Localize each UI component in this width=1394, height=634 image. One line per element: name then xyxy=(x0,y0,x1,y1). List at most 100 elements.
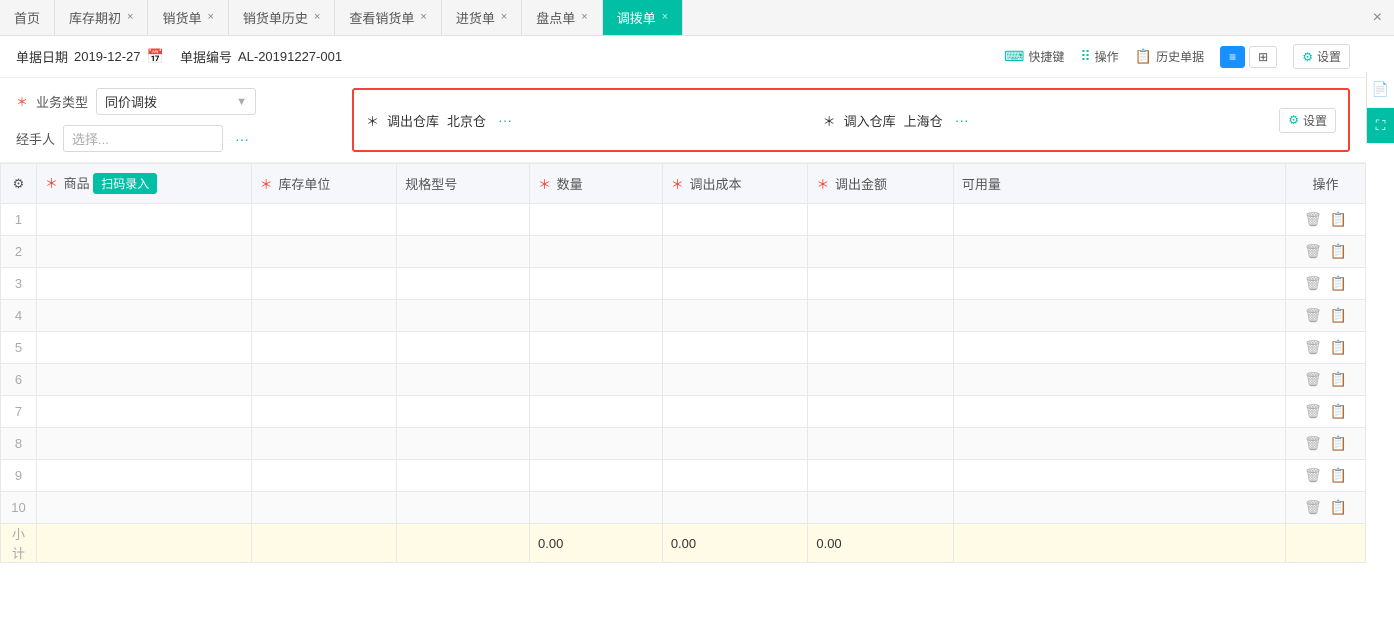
delete-icon-1[interactable]: 🗑 xyxy=(1304,211,1322,227)
settings-btn[interactable]: ⚙ 设置 xyxy=(1293,44,1350,69)
row-5-spec[interactable] xyxy=(397,332,530,364)
row-2-cost[interactable] xyxy=(662,236,808,268)
close-all-tabs[interactable]: × xyxy=(1361,9,1394,27)
copy-icon-6[interactable]: 📋 xyxy=(1329,371,1346,387)
row-7-product[interactable] xyxy=(37,396,252,428)
handler-more-btn[interactable]: ··· xyxy=(231,131,253,147)
copy-icon-4[interactable]: 📋 xyxy=(1329,307,1346,323)
copy-icon-2[interactable]: 📋 xyxy=(1329,243,1346,259)
row-6-qty[interactable] xyxy=(530,364,663,396)
row-4-unit[interactable] xyxy=(251,300,397,332)
row-7-cost[interactable] xyxy=(662,396,808,428)
row-3-amount[interactable] xyxy=(808,268,954,300)
row-4-product[interactable] xyxy=(37,300,252,332)
copy-icon-5[interactable]: 📋 xyxy=(1329,339,1346,355)
list-view-btn[interactable]: ≡ xyxy=(1220,46,1245,68)
col-gear[interactable]: ⚙ xyxy=(1,164,37,204)
row-8-unit[interactable] xyxy=(251,428,397,460)
delete-icon-8[interactable]: 🗑 xyxy=(1304,435,1322,451)
copy-icon-7[interactable]: 📋 xyxy=(1329,403,1346,419)
row-10-amount[interactable] xyxy=(808,492,954,524)
row-1-unit[interactable] xyxy=(251,204,397,236)
row-8-qty[interactable] xyxy=(530,428,663,460)
row-2-unit[interactable] xyxy=(251,236,397,268)
row-4-cost[interactable] xyxy=(662,300,808,332)
tab-inventory-init-close[interactable]: × xyxy=(127,12,133,23)
delete-icon-7[interactable]: 🗑 xyxy=(1304,403,1322,419)
expand-panel-btn[interactable]: ⛶ xyxy=(1367,108,1394,144)
row-7-amount[interactable] xyxy=(808,396,954,428)
row-1-product[interactable] xyxy=(37,204,252,236)
row-10-unit[interactable] xyxy=(251,492,397,524)
row-7-qty[interactable] xyxy=(530,396,663,428)
row-9-cost[interactable] xyxy=(662,460,808,492)
tab-purchase-order[interactable]: 进货单 × xyxy=(442,0,522,35)
row-9-unit[interactable] xyxy=(251,460,397,492)
row-3-product[interactable] xyxy=(37,268,252,300)
row-3-unit[interactable] xyxy=(251,268,397,300)
doc-panel-btn[interactable]: 📄 xyxy=(1367,72,1394,108)
tab-view-sales[interactable]: 查看销货单 × xyxy=(335,0,441,35)
calendar-icon[interactable]: 📅 xyxy=(147,48,164,65)
delete-icon-10[interactable]: 🗑 xyxy=(1304,499,1322,515)
tab-sales-order[interactable]: 销货单 × xyxy=(148,0,228,35)
row-3-cost[interactable] xyxy=(662,268,808,300)
row-1-cost[interactable] xyxy=(662,204,808,236)
scan-entry-btn[interactable]: 扫码录入 xyxy=(93,173,157,194)
row-2-spec[interactable] xyxy=(397,236,530,268)
tab-sales-history[interactable]: 销货单历史 × xyxy=(229,0,335,35)
delete-icon-5[interactable]: 🗑 xyxy=(1304,339,1322,355)
tab-view-sales-close[interactable]: × xyxy=(420,12,426,23)
row-6-amount[interactable] xyxy=(808,364,954,396)
copy-icon-10[interactable]: 📋 xyxy=(1329,499,1346,515)
operations-btn[interactable]: ⠿ 操作 xyxy=(1080,48,1118,65)
grid-view-btn[interactable]: ⊞ xyxy=(1249,46,1277,68)
row-3-qty[interactable] xyxy=(530,268,663,300)
row-10-spec[interactable] xyxy=(397,492,530,524)
row-6-cost[interactable] xyxy=(662,364,808,396)
tab-purchase-order-close[interactable]: × xyxy=(501,12,507,23)
tab-sales-order-close[interactable]: × xyxy=(207,12,213,23)
delete-icon-3[interactable]: 🗑 xyxy=(1304,275,1322,291)
row-6-spec[interactable] xyxy=(397,364,530,396)
row-2-product[interactable] xyxy=(37,236,252,268)
copy-icon-3[interactable]: 📋 xyxy=(1329,275,1346,291)
row-7-spec[interactable] xyxy=(397,396,530,428)
row-9-amount[interactable] xyxy=(808,460,954,492)
tab-transfer-close[interactable]: × xyxy=(662,12,668,23)
row-1-amount[interactable] xyxy=(808,204,954,236)
row-8-cost[interactable] xyxy=(662,428,808,460)
row-6-unit[interactable] xyxy=(251,364,397,396)
row-6-product[interactable] xyxy=(37,364,252,396)
row-1-qty[interactable] xyxy=(530,204,663,236)
row-5-qty[interactable] xyxy=(530,332,663,364)
row-7-unit[interactable] xyxy=(251,396,397,428)
transfer-in-more-btn[interactable]: ··· xyxy=(951,112,973,128)
tab-home[interactable]: 首页 xyxy=(0,0,55,35)
row-9-product[interactable] xyxy=(37,460,252,492)
row-10-cost[interactable] xyxy=(662,492,808,524)
tab-transfer[interactable]: 调拨单 × xyxy=(603,0,683,35)
row-8-product[interactable] xyxy=(37,428,252,460)
row-2-amount[interactable] xyxy=(808,236,954,268)
tab-sales-history-close[interactable]: × xyxy=(314,12,320,23)
row-4-amount[interactable] xyxy=(808,300,954,332)
handler-select[interactable]: 选择... xyxy=(63,125,223,152)
row-5-amount[interactable] xyxy=(808,332,954,364)
row-5-product[interactable] xyxy=(37,332,252,364)
copy-icon-1[interactable]: 📋 xyxy=(1329,211,1346,227)
row-9-spec[interactable] xyxy=(397,460,530,492)
copy-icon-8[interactable]: 📋 xyxy=(1329,435,1346,451)
row-4-qty[interactable] xyxy=(530,300,663,332)
row-3-spec[interactable] xyxy=(397,268,530,300)
tab-inventory-count[interactable]: 盘点单 × xyxy=(522,0,602,35)
row-4-spec[interactable] xyxy=(397,300,530,332)
row-5-unit[interactable] xyxy=(251,332,397,364)
row-8-spec[interactable] xyxy=(397,428,530,460)
delete-icon-6[interactable]: 🗑 xyxy=(1304,371,1322,387)
copy-icon-9[interactable]: 📋 xyxy=(1329,467,1346,483)
row-10-qty[interactable] xyxy=(530,492,663,524)
delete-icon-2[interactable]: 🗑 xyxy=(1304,243,1322,259)
row-5-cost[interactable] xyxy=(662,332,808,364)
history-btn[interactable]: 📋 历史单据 xyxy=(1135,48,1204,65)
